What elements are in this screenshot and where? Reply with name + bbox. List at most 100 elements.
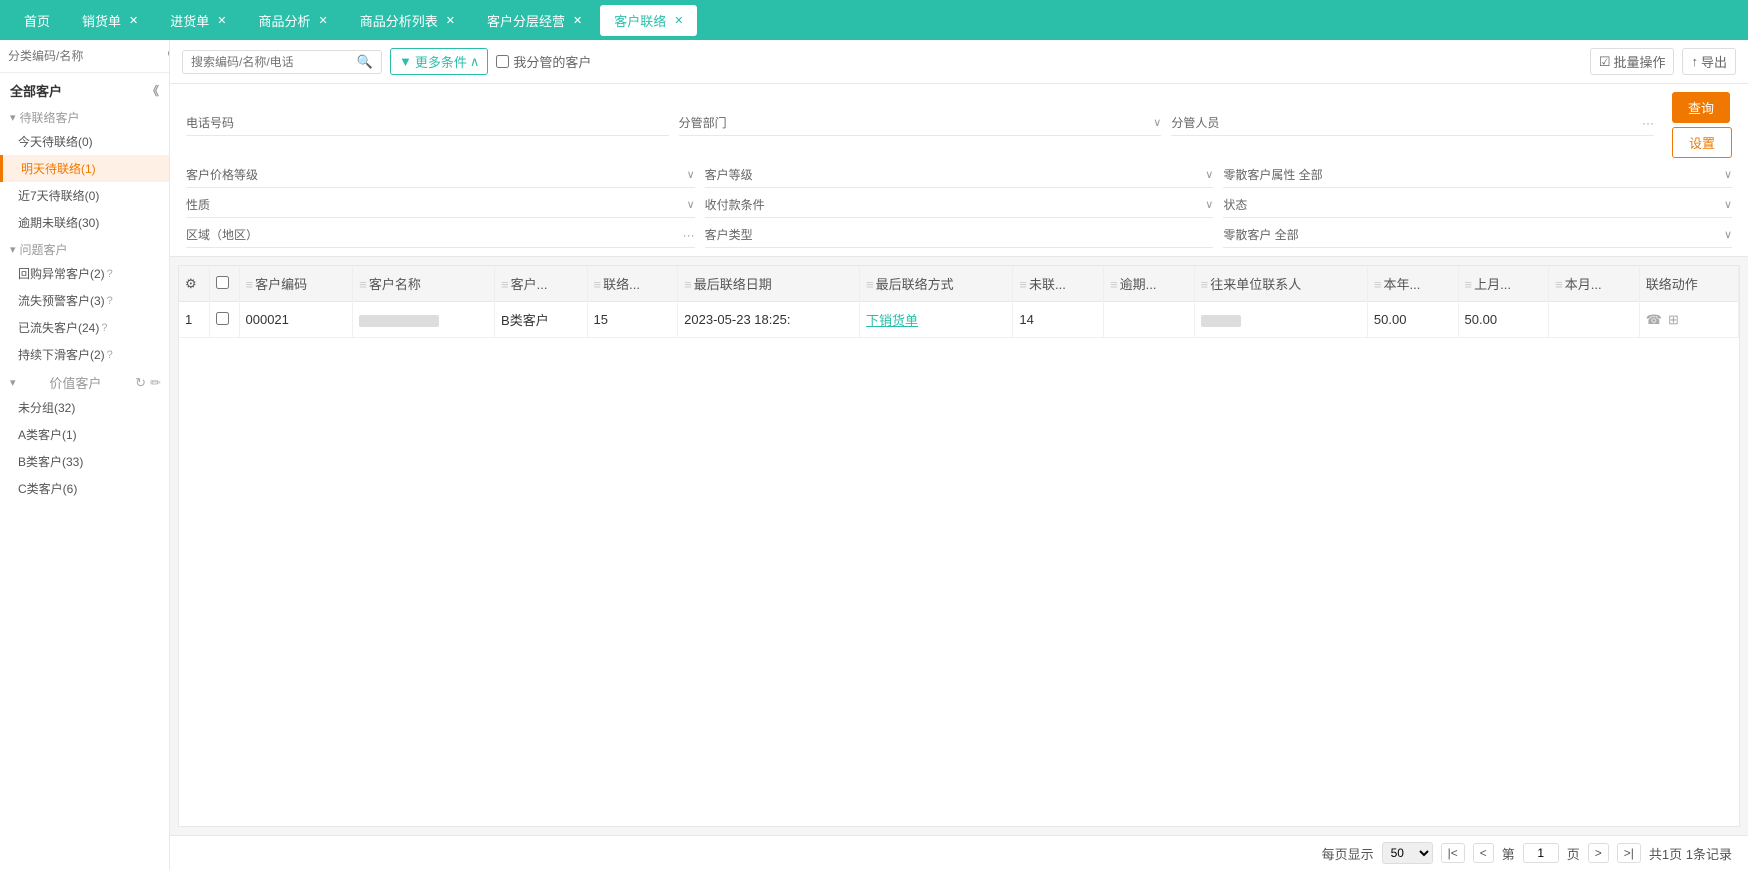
filter-retail-customer-label: 零散客户 全部	[1223, 226, 1298, 243]
col-customer-type[interactable]: ≡客户...	[495, 266, 588, 302]
filter-payment-dropdown[interactable]: ∨	[1205, 198, 1213, 211]
top-nav: 首页 销货单 ✕ 进货单 ✕ 商品分析 ✕ 商品分析列表 ✕ 客户分层经营 ✕ …	[0, 0, 1748, 40]
filter-dept: 分管部门 ∨	[679, 114, 1162, 136]
batch-checkbox-icon: ☑	[1599, 54, 1611, 70]
sidebar-item-class-b[interactable]: B类客户(33)	[0, 448, 169, 475]
filter-icon: ▼	[399, 54, 412, 69]
nav-close-customer-contact[interactable]: ✕	[674, 14, 683, 27]
nav-product-analysis[interactable]: 商品分析 ✕	[244, 5, 341, 36]
filter-dept-dropdown[interactable]: ∨	[1153, 116, 1161, 129]
row-name	[353, 302, 495, 338]
last-page-btn[interactable]: >|	[1617, 843, 1641, 863]
sidebar-search-input[interactable]	[8, 49, 163, 63]
filter-row-2: 客户价格等级 ∨ 客户等级 ∨ 零散客户属性 全部 ∨	[186, 166, 1732, 188]
sidebar-item-7days[interactable]: 近7天待联络(0)	[0, 182, 169, 209]
filter-nature-dropdown[interactable]: ∨	[687, 198, 695, 211]
filter-region-more[interactable]: ···	[683, 228, 695, 242]
filter-status-dropdown[interactable]: ∨	[1724, 198, 1732, 211]
export-btn[interactable]: ↑ 导出	[1682, 48, 1736, 75]
sidebar-item-tomorrow[interactable]: 明天待联络(1)	[0, 155, 169, 182]
col-checkbox[interactable]	[209, 266, 239, 302]
action-phone-icon[interactable]: ☎	[1646, 312, 1662, 328]
row-last-contact-date: 2023-05-23 18:25:	[678, 302, 860, 338]
search-icon[interactable]: 🔍	[357, 54, 373, 70]
content-area: 🔍 ▼ 更多条件 ∧ 我分管的客户 ☑ 批量操作 ↑ 导出	[170, 40, 1748, 870]
sidebar: 🔍 全部客户 《 待联络客户 今天待联络(0) 明天待联络(1) 近7天待联络(…	[0, 40, 170, 870]
filter-retail-attr-dropdown[interactable]: ∨	[1724, 168, 1732, 181]
col-code[interactable]: ≡客户编码	[239, 266, 353, 302]
my-customers-check[interactable]: 我分管的客户	[496, 52, 591, 71]
filter-retail-customer-dropdown[interactable]: ∨	[1724, 228, 1732, 241]
row-last-contact-method[interactable]: 下销货单	[860, 302, 1013, 338]
row-checkbox[interactable]	[209, 302, 239, 338]
sidebar-item-churn-warning[interactable]: 流失预警客户(3) ?	[0, 287, 169, 314]
sidebar-all-customers[interactable]: 全部客户 《	[0, 73, 169, 104]
settings-button[interactable]: 设置	[1672, 127, 1732, 158]
col-this-year[interactable]: ≡本年...	[1367, 266, 1458, 302]
page-input[interactable]	[1523, 843, 1559, 863]
row-select-checkbox[interactable]	[216, 312, 229, 325]
nav-product-analysis-list[interactable]: 商品分析列表 ✕	[346, 5, 469, 36]
col-name[interactable]: ≡客户名称	[353, 266, 495, 302]
next-page-btn[interactable]: >	[1588, 843, 1609, 863]
col-last-contact-method[interactable]: ≡最后联络方式	[860, 266, 1013, 302]
action-grid-icon[interactable]: ⊞	[1668, 312, 1679, 328]
sidebar-item-abnormal-repurchase[interactable]: 回购异常客户(2) ?	[0, 260, 169, 287]
nav-close-customer-tier[interactable]: ✕	[573, 14, 582, 27]
first-page-btn[interactable]: |<	[1441, 843, 1465, 863]
nav-home[interactable]: 首页	[10, 5, 64, 36]
nav-customer-contact[interactable]: 客户联络 ✕	[600, 5, 697, 36]
filter-person-label: 分管人员	[1171, 114, 1231, 131]
per-page-select[interactable]: 50 100 200	[1382, 842, 1433, 864]
col-uncontacted[interactable]: ≡未联...	[1013, 266, 1104, 302]
col-last-month[interactable]: ≡上月...	[1458, 266, 1549, 302]
filter-person-more[interactable]: ···	[1642, 116, 1654, 130]
filter-more-btn[interactable]: ▼ 更多条件 ∧	[390, 48, 488, 75]
prev-page-btn[interactable]: <	[1473, 843, 1494, 863]
select-all-checkbox[interactable]	[216, 276, 229, 289]
sidebar-item-overdue[interactable]: 逾期未联络(30)	[0, 209, 169, 236]
nav-customer-tier[interactable]: 客户分层经营 ✕	[473, 5, 596, 36]
col-contact-person[interactable]: ≡往来单位联系人	[1194, 266, 1367, 302]
sidebar-item-class-c[interactable]: C类客户(6)	[0, 475, 169, 502]
col-this-month[interactable]: ≡本月...	[1549, 266, 1640, 302]
export-label: 导出	[1701, 52, 1727, 71]
row-contact-count: 15	[587, 302, 678, 338]
col-settings[interactable]: ⚙	[179, 266, 209, 302]
batch-btn[interactable]: ☑ 批量操作	[1590, 48, 1675, 75]
value-customer-edit-icon[interactable]: ✏	[150, 375, 161, 391]
nav-sales-order[interactable]: 销货单 ✕	[68, 5, 152, 36]
nav-purchase-order[interactable]: 进货单 ✕	[156, 5, 240, 36]
filter-panel: 电话号码 分管部门 ∨ 分管人员 ··· 查询 设置	[170, 84, 1748, 257]
filter-customer-level: 客户等级 ∨	[705, 166, 1214, 188]
sidebar-item-today[interactable]: 今天待联络(0)	[0, 128, 169, 155]
filter-phone-label: 电话号码	[186, 114, 246, 131]
table-row: 1 000021 B类客户 15 2023-05-23 18:25: 下销货单 …	[179, 302, 1739, 338]
col-overdue[interactable]: ≡逾期...	[1104, 266, 1195, 302]
filter-price-level-dropdown[interactable]: ∨	[687, 168, 695, 181]
filter-phone-input[interactable]	[252, 116, 669, 130]
search-input[interactable]	[191, 55, 353, 69]
col-action: 联络动作	[1639, 266, 1738, 302]
my-customers-checkbox[interactable]	[496, 55, 509, 68]
col-last-contact-date[interactable]: ≡最后联络日期	[678, 266, 860, 302]
help-icon-2: ?	[107, 295, 113, 307]
nav-close-purchase-order[interactable]: ✕	[217, 14, 226, 27]
filter-customer-level-dropdown[interactable]: ∨	[1205, 168, 1213, 181]
sidebar-item-class-a[interactable]: A类客户(1)	[0, 421, 169, 448]
col-contact-count[interactable]: ≡联络...	[587, 266, 678, 302]
sidebar-collapse-icon[interactable]: 《	[147, 82, 159, 99]
table-footer: 每页显示 50 100 200 |< < 第 页 > >| 共1页 1条记录	[170, 835, 1748, 870]
sidebar-item-churned[interactable]: 已流失客户(24) ?	[0, 314, 169, 341]
query-button[interactable]: 查询	[1672, 92, 1730, 123]
sidebar-all-customers-label: 全部客户	[10, 81, 62, 100]
value-customer-refresh-icon[interactable]: ↻	[135, 375, 146, 391]
sidebar-item-declining[interactable]: 持续下滑客户(2) ?	[0, 341, 169, 368]
nav-close-sales-order[interactable]: ✕	[129, 14, 138, 27]
sidebar-item-ungrouped[interactable]: 未分组(32)	[0, 394, 169, 421]
row-this-year: 50.00	[1367, 302, 1458, 338]
row-uncontacted: 14	[1013, 302, 1104, 338]
nav-close-product-analysis[interactable]: ✕	[319, 14, 328, 27]
help-icon-4: ?	[107, 349, 113, 361]
nav-close-product-analysis-list[interactable]: ✕	[446, 14, 455, 27]
